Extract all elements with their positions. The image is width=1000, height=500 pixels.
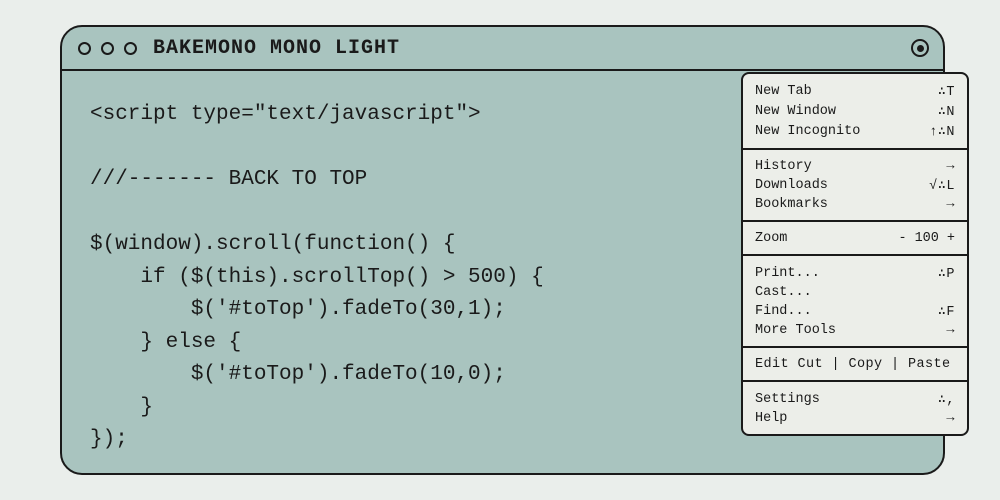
menu-item-label: Settings bbox=[755, 392, 820, 407]
menu-item[interactable]: Settings ∴, bbox=[755, 389, 955, 409]
menu-item-label: New Tab bbox=[755, 84, 812, 99]
menu-item[interactable]: Cast... bbox=[755, 283, 955, 301]
menu-item-shortcut: ↑∴N bbox=[929, 123, 955, 140]
menu-section: Edit Cut | Copy | Paste bbox=[743, 348, 967, 382]
menu-item[interactable]: New Tab ∴T bbox=[755, 81, 955, 101]
menu-item[interactable]: Find... ∴F bbox=[755, 301, 955, 321]
menu-item[interactable]: Downloads √∴L bbox=[755, 175, 955, 195]
menu-zoom: Zoom -100 + bbox=[755, 229, 955, 247]
menu-item-label: New Incognito bbox=[755, 124, 860, 139]
titlebar: BAKEMONO MONO LIGHT bbox=[62, 27, 943, 71]
menu-item[interactable]: Help → bbox=[755, 409, 955, 427]
zoom-plus[interactable]: + bbox=[947, 231, 955, 246]
menu-edit-row[interactable]: Edit Cut | Copy | Paste bbox=[755, 355, 955, 373]
menu-item[interactable]: More Tools → bbox=[755, 321, 955, 339]
menu-item[interactable]: Print... ∴P bbox=[755, 263, 955, 283]
menu-item-label: Print... bbox=[755, 266, 820, 281]
menu-section: Print... ∴P Cast... Find... ∴F More Tools → bbox=[743, 256, 967, 348]
context-menu: New Tab ∴T New Window ∴N New Incognito ↑∴N His… bbox=[741, 72, 969, 436]
menu-item-shortcut: √∴L bbox=[929, 177, 955, 194]
menu-item-shortcut: → bbox=[946, 159, 955, 174]
window-dot-close[interactable] bbox=[78, 42, 91, 55]
menu-item-shortcut: ∴F bbox=[938, 303, 955, 320]
menu-section: History → Downloads √∴L Bookmarks → bbox=[743, 150, 967, 222]
menu-item-label: Bookmarks bbox=[755, 197, 828, 212]
menu-item-shortcut: ∴, bbox=[938, 391, 955, 408]
menu-item[interactable]: New Window ∴N bbox=[755, 101, 955, 121]
zoom-minus[interactable]: - bbox=[898, 231, 906, 246]
window-controls bbox=[78, 42, 137, 55]
menu-item-label: Help bbox=[755, 411, 787, 426]
menu-item-shortcut: ∴T bbox=[938, 83, 955, 100]
menu-item-label: Cast... bbox=[755, 285, 812, 300]
menu-item[interactable]: Bookmarks → bbox=[755, 195, 955, 213]
zoom-controls: -100 + bbox=[898, 231, 955, 246]
zoom-label: Zoom bbox=[755, 231, 787, 246]
zoom-value: 100 bbox=[915, 231, 939, 246]
target-icon[interactable] bbox=[911, 39, 929, 57]
menu-item[interactable]: History → bbox=[755, 157, 955, 175]
menu-section: Zoom -100 + bbox=[743, 222, 967, 256]
menu-item[interactable]: New Incognito ↑∴N bbox=[755, 121, 955, 141]
window-title: BAKEMONO MONO LIGHT bbox=[153, 37, 400, 60]
menu-item-label: History bbox=[755, 159, 812, 174]
window-dot-max[interactable] bbox=[124, 42, 137, 55]
window-dot-min[interactable] bbox=[101, 42, 114, 55]
menu-item-shortcut: → bbox=[946, 411, 955, 426]
menu-item-shortcut: → bbox=[946, 197, 955, 212]
menu-section: Settings ∴, Help → bbox=[743, 382, 967, 434]
menu-item-label: More Tools bbox=[755, 323, 836, 338]
menu-section: New Tab ∴T New Window ∴N New Incognito ↑∴N bbox=[743, 74, 967, 150]
menu-item-shortcut: ∴P bbox=[938, 265, 955, 282]
menu-item-shortcut: ∴N bbox=[938, 103, 955, 120]
menu-item-label: Find... bbox=[755, 304, 812, 319]
menu-item-shortcut: → bbox=[946, 323, 955, 338]
menu-item-label: Downloads bbox=[755, 178, 828, 193]
menu-item-label: New Window bbox=[755, 104, 836, 119]
